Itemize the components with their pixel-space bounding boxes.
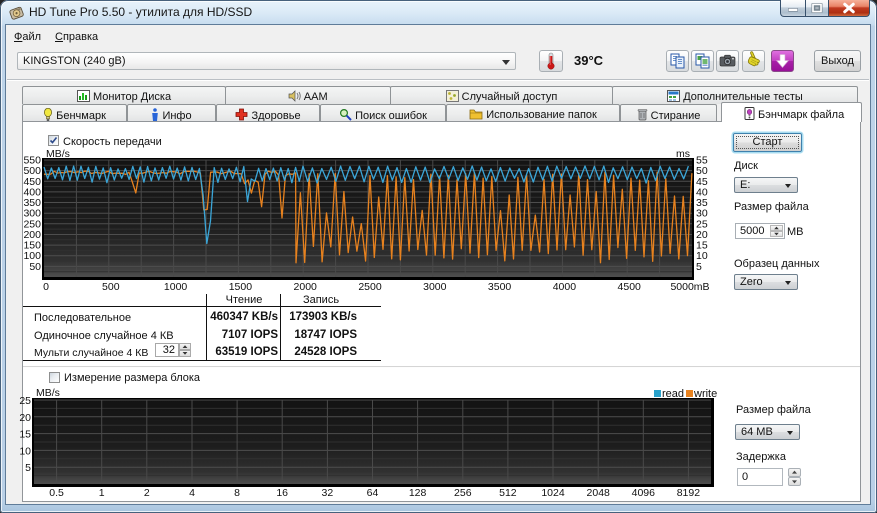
svg-text:2500: 2500	[358, 281, 382, 293]
svg-text:32: 32	[322, 487, 334, 499]
svg-text:500: 500	[102, 281, 120, 293]
svg-text:50: 50	[29, 261, 41, 273]
svg-text:5: 5	[25, 462, 31, 474]
svg-text:2048: 2048	[587, 487, 611, 499]
svg-text:15: 15	[19, 429, 31, 441]
svg-text:MB/s: MB/s	[36, 387, 60, 399]
svg-text:4096: 4096	[632, 487, 656, 499]
svg-text:3500: 3500	[488, 281, 512, 293]
svg-text:64: 64	[367, 487, 379, 499]
svg-text:1000: 1000	[164, 281, 188, 293]
svg-text:25: 25	[19, 395, 31, 407]
svg-text:8: 8	[234, 487, 240, 499]
svg-text:1: 1	[99, 487, 105, 499]
svg-text:2: 2	[144, 487, 150, 499]
svg-text:2000: 2000	[294, 281, 318, 293]
svg-text:10: 10	[19, 445, 31, 457]
svg-text:1024: 1024	[541, 487, 565, 499]
svg-text:0.5: 0.5	[49, 487, 64, 499]
svg-text:256: 256	[454, 487, 472, 499]
svg-text:4000: 4000	[553, 281, 577, 293]
svg-text:20: 20	[19, 412, 31, 424]
svg-text:ms: ms	[676, 148, 690, 160]
svg-text:128: 128	[409, 487, 427, 499]
svg-text:4: 4	[189, 487, 195, 499]
svg-text:8192: 8192	[677, 487, 701, 499]
svg-text:1500: 1500	[229, 281, 253, 293]
svg-text:5: 5	[696, 261, 702, 273]
svg-text:4500: 4500	[618, 281, 642, 293]
svg-text:MB/s: MB/s	[46, 148, 70, 160]
svg-text:512: 512	[499, 487, 517, 499]
svg-text:3000: 3000	[423, 281, 447, 293]
svg-text:16: 16	[276, 487, 288, 499]
svg-text:0: 0	[43, 281, 49, 293]
svg-text:5000mB: 5000mB	[670, 281, 709, 293]
